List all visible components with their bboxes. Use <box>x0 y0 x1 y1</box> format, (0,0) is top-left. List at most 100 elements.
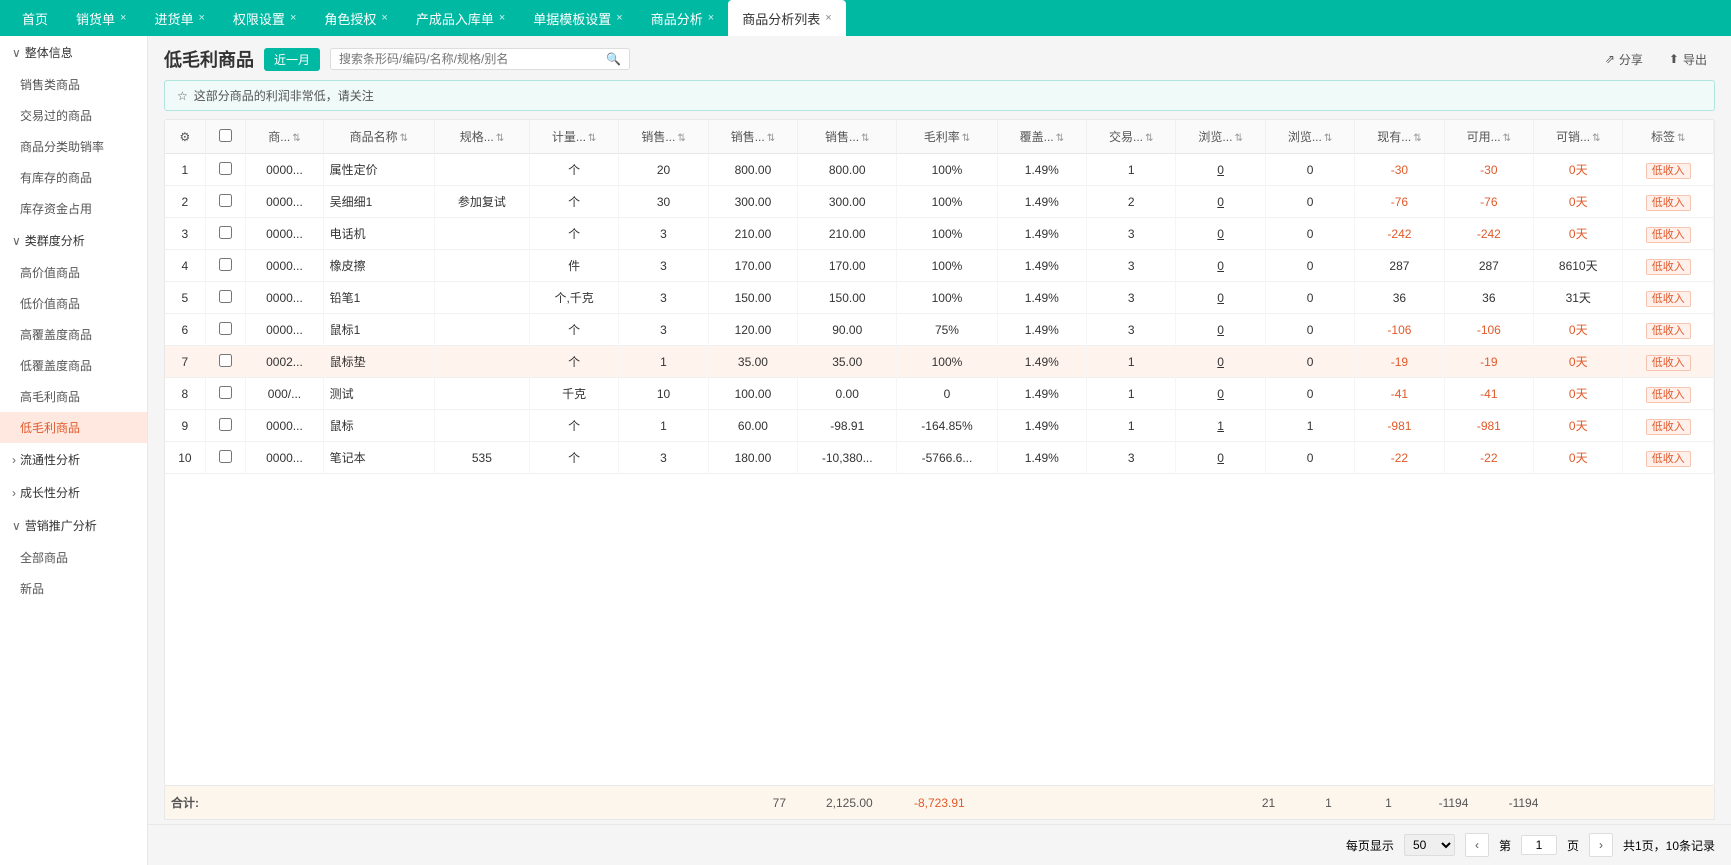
nav-close-icon[interactable]: × <box>120 12 126 24</box>
export-button[interactable]: ⬆ 导出 <box>1661 47 1715 72</box>
nav-close-icon[interactable]: × <box>825 12 831 24</box>
row-select-checkbox[interactable] <box>219 354 232 367</box>
sidebar-group-流通性分析[interactable]: › 流通性分析 <box>0 443 147 476</box>
row-select-checkbox[interactable] <box>219 322 232 335</box>
row-select-checkbox[interactable] <box>219 226 232 239</box>
col-header-transactions[interactable]: 交易...⇅ <box>1087 120 1176 154</box>
data-table-wrapper[interactable]: ⚙商...⇅商品名称⇅规格...⇅计量...⇅销售...⇅销售...⇅销售...… <box>164 119 1715 786</box>
sidebar-item-高价值商品[interactable]: 高价值商品 <box>0 257 147 288</box>
nav-close-icon[interactable]: × <box>616 12 622 24</box>
share-label: 分享 <box>1619 51 1643 68</box>
sidebar-item-低覆盖度商品[interactable]: 低覆盖度商品 <box>0 350 147 381</box>
nav-item-首页[interactable]: 首页 <box>8 0 62 36</box>
col-header-current_stock[interactable]: 现有...⇅ <box>1355 120 1444 154</box>
row-views1[interactable]: 0 <box>1176 378 1265 410</box>
nav-item-商品分析[interactable]: 商品分析 × <box>637 0 728 36</box>
row-views1[interactable]: 0 <box>1176 218 1265 250</box>
nav-item-商品分析列表[interactable]: 商品分析列表 × <box>728 0 845 36</box>
sidebar-item-交易过的商品[interactable]: 交易过的商品 <box>0 100 147 131</box>
row-views1[interactable]: 0 <box>1176 442 1265 474</box>
col-header-unit[interactable]: 计量...⇅ <box>529 120 618 154</box>
col-header-sales_profit[interactable]: 销售...⇅ <box>798 120 897 154</box>
sidebar-item-库存资金占用[interactable]: 库存资金占用 <box>0 193 147 224</box>
row-checkbox[interactable] <box>205 442 245 474</box>
row-views1[interactable]: 0 <box>1176 346 1265 378</box>
sort-icon: ⇅ <box>292 133 300 144</box>
row-select-checkbox[interactable] <box>219 194 232 207</box>
nav-close-icon[interactable]: × <box>198 12 204 24</box>
row-select-checkbox[interactable] <box>219 258 232 271</box>
row-views1[interactable]: 0 <box>1176 186 1265 218</box>
sidebar-item-高毛利商品[interactable]: 高毛利商品 <box>0 381 147 412</box>
row-views1[interactable]: 0 <box>1176 154 1265 186</box>
prev-page-button[interactable]: ‹ <box>1465 833 1489 857</box>
col-header-coverage[interactable]: 覆盖...⇅ <box>997 120 1086 154</box>
nav-item-进货单[interactable]: 进货单 × <box>140 0 218 36</box>
nav-item-角色授权[interactable]: 角色授权 × <box>310 0 401 36</box>
row-checkbox[interactable] <box>205 250 245 282</box>
sidebar-group-成长性分析[interactable]: › 成长性分析 <box>0 476 147 509</box>
search-input[interactable] <box>339 52 606 66</box>
page-number-input[interactable] <box>1521 835 1557 855</box>
sidebar-item-商品分类助销率[interactable]: 商品分类助销率 <box>0 131 147 162</box>
row-checkbox[interactable] <box>205 314 245 346</box>
row-checkbox[interactable] <box>205 186 245 218</box>
row-checkbox[interactable] <box>205 378 245 410</box>
col-header-code[interactable]: 商...⇅ <box>246 120 323 154</box>
filter-button[interactable]: 近一月 <box>264 48 320 71</box>
nav-close-icon[interactable]: × <box>499 12 505 24</box>
row-checkbox[interactable] <box>205 346 245 378</box>
sidebar-item-销售类商品[interactable]: 销售类商品 <box>0 69 147 100</box>
sidebar-group-整体信息[interactable]: ∨ 整体信息 <box>0 36 147 69</box>
nav-close-icon[interactable]: × <box>290 12 296 24</box>
row-select-checkbox[interactable] <box>219 290 232 303</box>
nav-item-销货单[interactable]: 销货单 × <box>62 0 140 36</box>
sidebar-item-新品[interactable]: 新品 <box>0 573 147 604</box>
row-checkbox[interactable] <box>205 410 245 442</box>
nav-item-单据模板设置[interactable]: 单据模板设置 × <box>519 0 636 36</box>
col-header-views2[interactable]: 浏览...⇅ <box>1265 120 1354 154</box>
sidebar-group-类群度分析[interactable]: ∨ 类群度分析 <box>0 224 147 257</box>
sidebar-item-低毛利商品[interactable]: 低毛利商品 <box>0 412 147 443</box>
row-select-checkbox[interactable] <box>219 162 232 175</box>
row-select-checkbox[interactable] <box>219 450 232 463</box>
row-views1[interactable]: 1 <box>1176 410 1265 442</box>
col-header-spec[interactable]: 规格...⇅ <box>434 120 529 154</box>
next-page-button[interactable]: › <box>1589 833 1613 857</box>
col-header-sales_qty[interactable]: 销售...⇅ <box>619 120 708 154</box>
settings-icon[interactable]: ⚙ <box>180 130 191 144</box>
total-views2: 1 <box>1359 796 1419 810</box>
per-page-select[interactable]: 50 100 200 <box>1404 834 1455 856</box>
sidebar-group-营销推广分析[interactable]: ∨ 营销推广分析 <box>0 509 147 542</box>
sidebar-item-全部商品[interactable]: 全部商品 <box>0 542 147 573</box>
col-header-saleable_days[interactable]: 可销...⇅ <box>1534 120 1623 154</box>
select-all-checkbox[interactable] <box>219 129 232 142</box>
row-unit: 个 <box>529 154 618 186</box>
sidebar-item-低价值商品[interactable]: 低价值商品 <box>0 288 147 319</box>
row-checkbox[interactable] <box>205 282 245 314</box>
row-checkbox[interactable] <box>205 154 245 186</box>
row-views1[interactable]: 0 <box>1176 250 1265 282</box>
col-header-sales_price[interactable]: 销售...⇅ <box>708 120 797 154</box>
tag-badge: 低收入 <box>1646 387 1691 403</box>
col-header-views1[interactable]: 浏览...⇅ <box>1176 120 1265 154</box>
nav-item-权限设置[interactable]: 权限设置 × <box>219 0 310 36</box>
col-header-available_stock[interactable]: 可用...⇅ <box>1444 120 1533 154</box>
col-header-gross_margin[interactable]: 毛利率⇅ <box>897 120 997 154</box>
share-button[interactable]: ⇗ 分享 <box>1597 47 1651 72</box>
row-select-checkbox[interactable] <box>219 386 232 399</box>
row-checkbox[interactable] <box>205 218 245 250</box>
nav-close-icon[interactable]: × <box>708 12 714 24</box>
nav-item-产成品入库单[interactable]: 产成品入库单 × <box>402 0 519 36</box>
row-views1[interactable]: 0 <box>1176 314 1265 346</box>
col-header-name[interactable]: 商品名称⇅ <box>323 120 434 154</box>
search-box[interactable]: 🔍 <box>330 48 630 70</box>
sidebar-item-高覆盖度商品[interactable]: 高覆盖度商品 <box>0 319 147 350</box>
row-select-checkbox[interactable] <box>219 418 232 431</box>
row-views1[interactable]: 0 <box>1176 282 1265 314</box>
sidebar-item-有库存的商品[interactable]: 有库存的商品 <box>0 162 147 193</box>
search-icon[interactable]: 🔍 <box>606 52 621 66</box>
nav-close-icon[interactable]: × <box>381 12 387 24</box>
col-header-tag[interactable]: 标签⇅ <box>1623 120 1714 154</box>
views1-value: 0 <box>1217 387 1224 401</box>
